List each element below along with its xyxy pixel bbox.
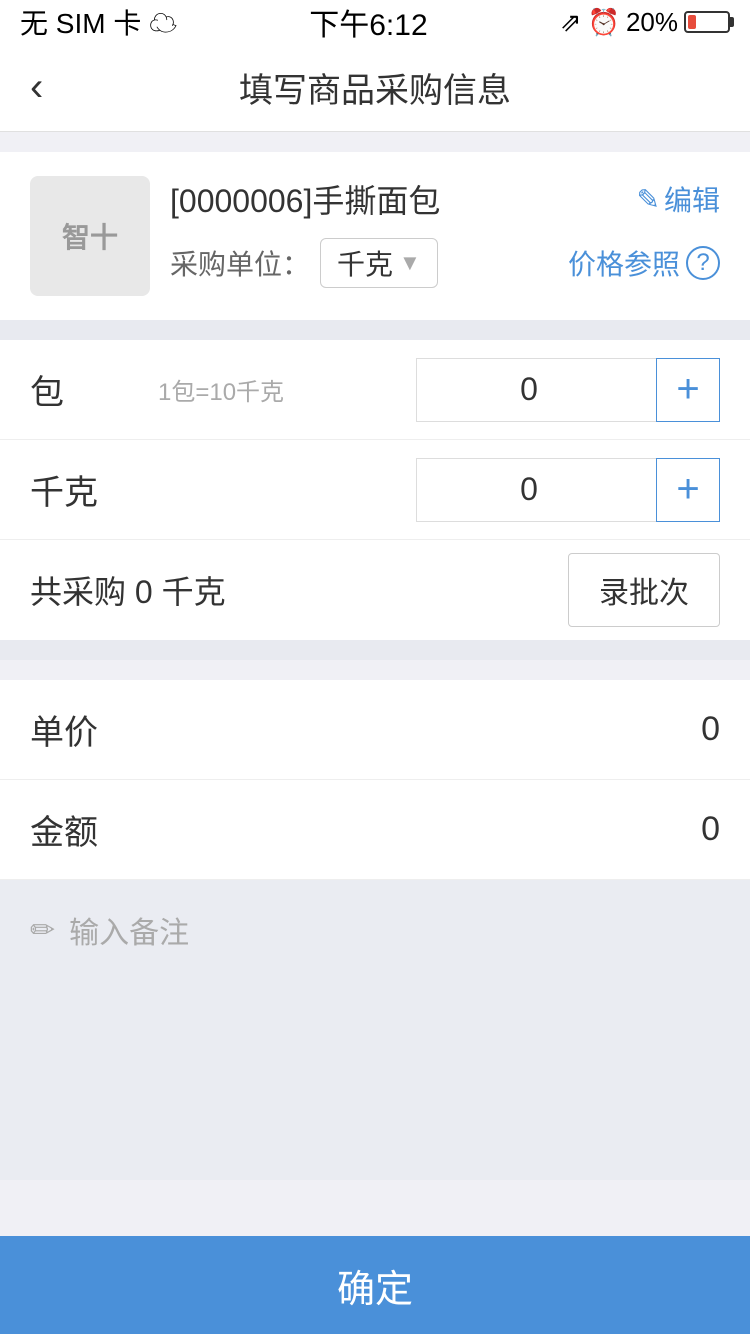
edit-icon: ✎ — [637, 183, 660, 216]
dropdown-arrow-icon: ▼ — [399, 250, 421, 276]
purchase-unit-row: 采购单位： 千克 ▼ 价格参照 ? — [170, 238, 720, 288]
bao-input[interactable] — [416, 358, 656, 422]
page-title: 填写商品采购信息 — [239, 63, 511, 112]
status-left: 无 SIM 卡 ☁ — [20, 2, 177, 42]
kg-input-wrapper: + — [150, 458, 720, 522]
status-bar: 无 SIM 卡 ☁ 下午6:12 ⇗ ⏰ 20% — [0, 0, 750, 44]
unit-price-label: 单价 — [30, 705, 98, 754]
remark-placeholder: 输入备注 — [69, 908, 189, 952]
summary-row: 共采购 0 千克 录批次 — [0, 540, 750, 640]
pencil-icon: ✏ — [30, 913, 55, 948]
summary-text: 共采购 0 千克 — [30, 567, 226, 613]
alarm-icon: ⏰ — [588, 7, 620, 38]
info-icon: ? — [686, 246, 720, 280]
bao-input-row: 包 1包=10千克 + — [0, 340, 750, 440]
bao-input-section: 包 1包=10千克 + 千克 + — [0, 340, 750, 540]
bao-label: 包 — [30, 365, 150, 414]
status-time: 下午6:12 — [309, 0, 427, 44]
price-ref-button[interactable]: 价格参照 ? — [568, 243, 720, 283]
section-divider-1 — [0, 320, 750, 340]
bao-input-wrapper: + — [284, 358, 720, 422]
battery-fill — [688, 15, 696, 29]
nav-bar: ‹ 填写商品采购信息 — [0, 44, 750, 132]
unit-dropdown[interactable]: 千克 ▼ — [320, 238, 438, 288]
section-divider-2 — [0, 640, 750, 660]
back-button[interactable]: ‹ — [30, 65, 43, 110]
edit-button[interactable]: ✎ 编辑 — [637, 179, 720, 219]
product-info: [0000006]手撕面包 ✎ 编辑 采购单位： 千克 ▼ 价格参照 ? — [170, 176, 720, 288]
unit-price-value: 0 — [701, 710, 720, 749]
edit-label: 编辑 — [664, 179, 720, 219]
purchase-unit-label: 采购单位： — [170, 243, 310, 283]
status-right: ⇗ ⏰ 20% — [560, 7, 730, 38]
price-section: 单价 0 金额 0 — [0, 680, 750, 880]
remark-row: ✏ 输入备注 — [30, 908, 720, 952]
bao-plus-button[interactable]: + — [656, 358, 720, 422]
sim-label: 无 SIM 卡 ☁ — [20, 2, 177, 42]
price-ref-label: 价格参照 — [568, 243, 680, 283]
product-image: 智十 — [30, 176, 150, 296]
battery-percent: 20% — [626, 7, 678, 38]
amount-value: 0 — [701, 810, 720, 849]
location-icon: ⇗ — [560, 7, 582, 38]
bao-sublabel: 1包=10千克 — [158, 372, 284, 407]
kg-input-row: 千克 + — [0, 440, 750, 540]
amount-label: 金额 — [30, 805, 98, 854]
unit-value: 千克 — [337, 243, 393, 283]
product-name: [0000006]手撕面包 — [170, 176, 440, 222]
kg-plus-button[interactable]: + — [656, 458, 720, 522]
battery-icon — [684, 11, 730, 33]
remark-section: ✏ 输入备注 — [0, 880, 750, 1180]
batch-button[interactable]: 录批次 — [568, 553, 720, 627]
product-card: 智十 [0000006]手撕面包 ✎ 编辑 采购单位： 千克 ▼ 价格参照 ? — [0, 152, 750, 320]
product-logo: 智十 — [62, 216, 118, 256]
unit-price-row: 单价 0 — [0, 680, 750, 780]
product-name-row: [0000006]手撕面包 ✎ 编辑 — [170, 176, 720, 222]
kg-input[interactable] — [416, 458, 656, 522]
confirm-button[interactable]: 确定 — [0, 1236, 750, 1334]
kg-label: 千克 — [30, 465, 150, 514]
amount-row: 金额 0 — [0, 780, 750, 880]
